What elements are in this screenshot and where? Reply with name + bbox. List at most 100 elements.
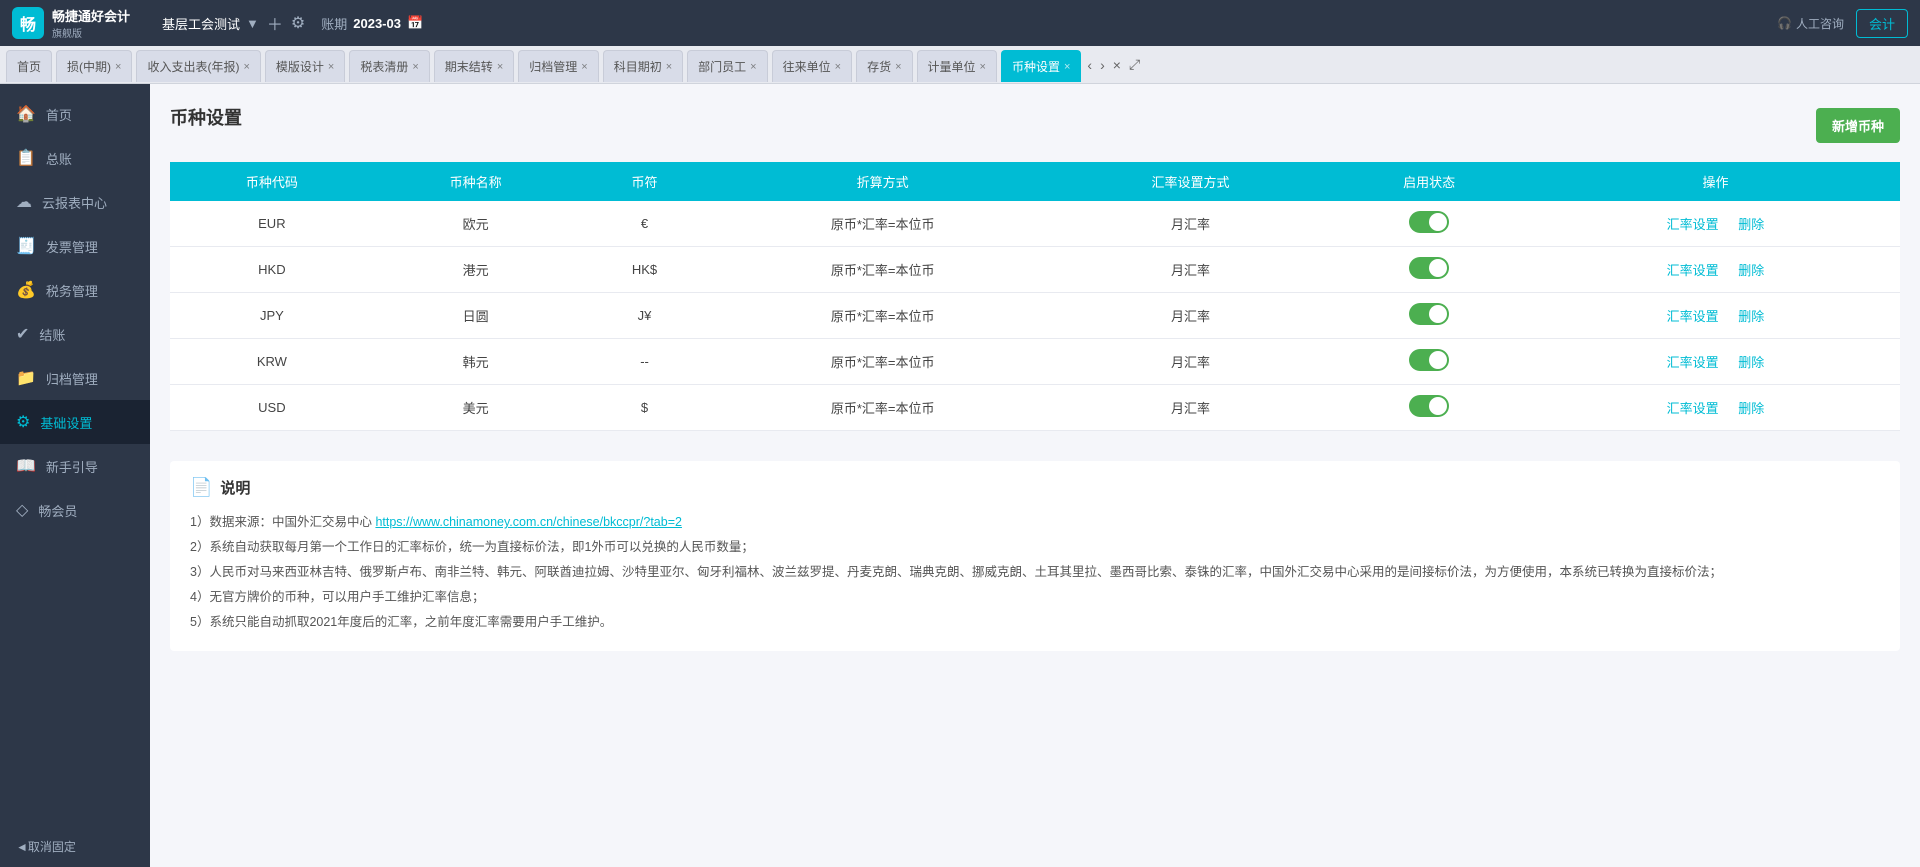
tab-partner-close[interactable]: × (835, 61, 841, 73)
toggle-switch[interactable] (1409, 303, 1449, 325)
cell-code: JPY (170, 293, 374, 339)
toggle-switch[interactable] (1409, 211, 1449, 233)
tab-archive-label: 归档管理 (529, 58, 577, 75)
cell-actions: 汇率设置 删除 (1531, 385, 1900, 431)
tab-template[interactable]: 模版设计 × (265, 50, 345, 82)
cell-status (1327, 385, 1531, 431)
tab-inventory[interactable]: 存货 × (856, 50, 912, 82)
tab-unit[interactable]: 计量单位 × (917, 50, 997, 82)
delete-link[interactable]: 删除 (1738, 263, 1764, 278)
tax-icon: 💰 (16, 280, 36, 300)
tab-dept-close[interactable]: × (750, 61, 756, 73)
col-name: 币种名称 (374, 162, 578, 201)
sidebar-item-home[interactable]: 🏠 首页 (0, 92, 150, 136)
delete-link[interactable]: 删除 (1738, 355, 1764, 370)
delete-link[interactable]: 删除 (1738, 401, 1764, 416)
archive-icon: 📁 (16, 368, 36, 388)
sidebar-item-report[interactable]: ☁ 云报表中心 (0, 180, 150, 224)
cell-status (1327, 293, 1531, 339)
tab-inventory-close[interactable]: × (895, 61, 901, 73)
project-name: 基层工会测试 (162, 14, 240, 33)
sidebar-item-tax[interactable]: 💰 税务管理 (0, 268, 150, 312)
notice-title: 📄 说明 (190, 477, 1880, 498)
report-icon: ☁ (16, 192, 32, 212)
tab-loss-close[interactable]: × (115, 61, 121, 73)
sidebar-item-archive[interactable]: 📁 归档管理 (0, 356, 150, 400)
tab-template-close[interactable]: × (328, 61, 334, 73)
tab-dept[interactable]: 部门员工 × (687, 50, 767, 82)
sidebar-item-basic[interactable]: ⚙ 基础设置 (0, 400, 150, 444)
rate-setting-link[interactable]: 汇率设置 (1667, 309, 1719, 324)
cell-symbol: € (578, 201, 712, 247)
cell-symbol: J¥ (578, 293, 712, 339)
cell-rate-type: 月汇率 (1054, 201, 1327, 247)
sidebar-item-ledger[interactable]: 📋 总账 (0, 136, 150, 180)
sidebar-item-invoice[interactable]: 🧾 发票管理 (0, 224, 150, 268)
sidebar-item-invoice-label: 发票管理 (46, 237, 98, 256)
rate-setting-link[interactable]: 汇率设置 (1667, 217, 1719, 232)
tab-subject-close[interactable]: × (666, 61, 672, 73)
notice-item-4: 4）无官方牌价的币种，可以用户手工维护汇率信息； (190, 585, 1880, 610)
toggle-switch[interactable] (1409, 257, 1449, 279)
delete-link[interactable]: 删除 (1738, 309, 1764, 324)
notice-icon: 📄 (190, 477, 212, 498)
sidebar-item-member[interactable]: ◇ 畅会员 (0, 488, 150, 532)
user-btn[interactable]: 会计 (1856, 9, 1908, 38)
support-btn[interactable]: 🎧 人工咨询 (1777, 15, 1844, 32)
tab-currency-close[interactable]: × (1064, 61, 1070, 73)
tab-home[interactable]: 首页 (6, 50, 52, 82)
tab-subject-label: 科目期初 (614, 58, 662, 75)
cell-code: HKD (170, 247, 374, 293)
sidebar-item-home-label: 首页 (46, 105, 72, 124)
tab-archive-close[interactable]: × (581, 61, 587, 73)
header-project: 基层工会测试 ▼ (162, 14, 259, 33)
settings-btn[interactable]: ⚙ (291, 13, 305, 33)
project-dropdown-icon[interactable]: ▼ (246, 16, 259, 31)
tab-income[interactable]: 收入支出表(年报) × (136, 50, 260, 82)
logo-text: 畅捷通好会计 旗舰版 (52, 6, 130, 40)
sidebar-item-member-label: 畅会员 (38, 501, 77, 520)
cell-actions: 汇率设置 删除 (1531, 201, 1900, 247)
add-project-btn[interactable]: ＋ (267, 11, 283, 35)
header-right: 🎧 人工咨询 会计 (1777, 9, 1908, 38)
tab-period-end[interactable]: 期末结转 × (434, 50, 514, 82)
delete-link[interactable]: 删除 (1738, 217, 1764, 232)
sidebar-item-checkout[interactable]: ✔ 结账 (0, 312, 150, 356)
tab-loss[interactable]: 损(中期) × (56, 50, 132, 82)
notice-link[interactable]: https://www.chinamoney.com.cn/chinese/bk… (375, 515, 682, 529)
rate-setting-link[interactable]: 汇率设置 (1667, 355, 1719, 370)
tab-prev-btn[interactable]: ‹ (1083, 57, 1096, 73)
toggle-switch[interactable] (1409, 349, 1449, 371)
new-currency-btn[interactable]: 新增币种 (1816, 108, 1900, 143)
checkout-icon: ✔ (16, 324, 29, 344)
page-title: 币种设置 (170, 104, 242, 130)
sidebar-item-archive-label: 归档管理 (46, 369, 98, 388)
toggle-switch[interactable] (1409, 395, 1449, 417)
cell-calc: 原币*汇率=本位币 (712, 293, 1054, 339)
cell-rate-type: 月汇率 (1054, 293, 1327, 339)
cell-calc: 原币*汇率=本位币 (712, 385, 1054, 431)
tab-archive[interactable]: 归档管理 × (518, 50, 598, 82)
rate-setting-link[interactable]: 汇率设置 (1667, 401, 1719, 416)
tab-taxform[interactable]: 税表清册 × (349, 50, 429, 82)
sidebar-item-guide[interactable]: 📖 新手引导 (0, 444, 150, 488)
basic-icon: ⚙ (16, 412, 30, 432)
tab-expand-btn[interactable]: ⤢ (1125, 56, 1144, 73)
tab-subject[interactable]: 科目期初 × (603, 50, 683, 82)
tab-income-close[interactable]: × (243, 61, 249, 73)
tab-taxform-close[interactable]: × (412, 61, 418, 73)
tab-currency[interactable]: 币种设置 × (1001, 50, 1081, 82)
tab-period-end-close[interactable]: × (497, 61, 503, 73)
calendar-icon[interactable]: 📅 (407, 15, 423, 31)
pin-btn[interactable]: ◄取消固定 (16, 838, 134, 855)
tab-partner-label: 往来单位 (783, 58, 831, 75)
tab-next-btn[interactable]: › (1096, 57, 1109, 73)
rate-setting-link[interactable]: 汇率设置 (1667, 263, 1719, 278)
tab-close-all-btn[interactable]: × (1109, 57, 1125, 73)
ledger-icon: 📋 (16, 148, 36, 168)
col-rate-type: 汇率设置方式 (1054, 162, 1327, 201)
tab-partner[interactable]: 往来单位 × (772, 50, 852, 82)
logo-main: 畅捷通好会计 (52, 6, 130, 25)
tab-unit-close[interactable]: × (980, 61, 986, 73)
col-action: 操作 (1531, 162, 1900, 201)
